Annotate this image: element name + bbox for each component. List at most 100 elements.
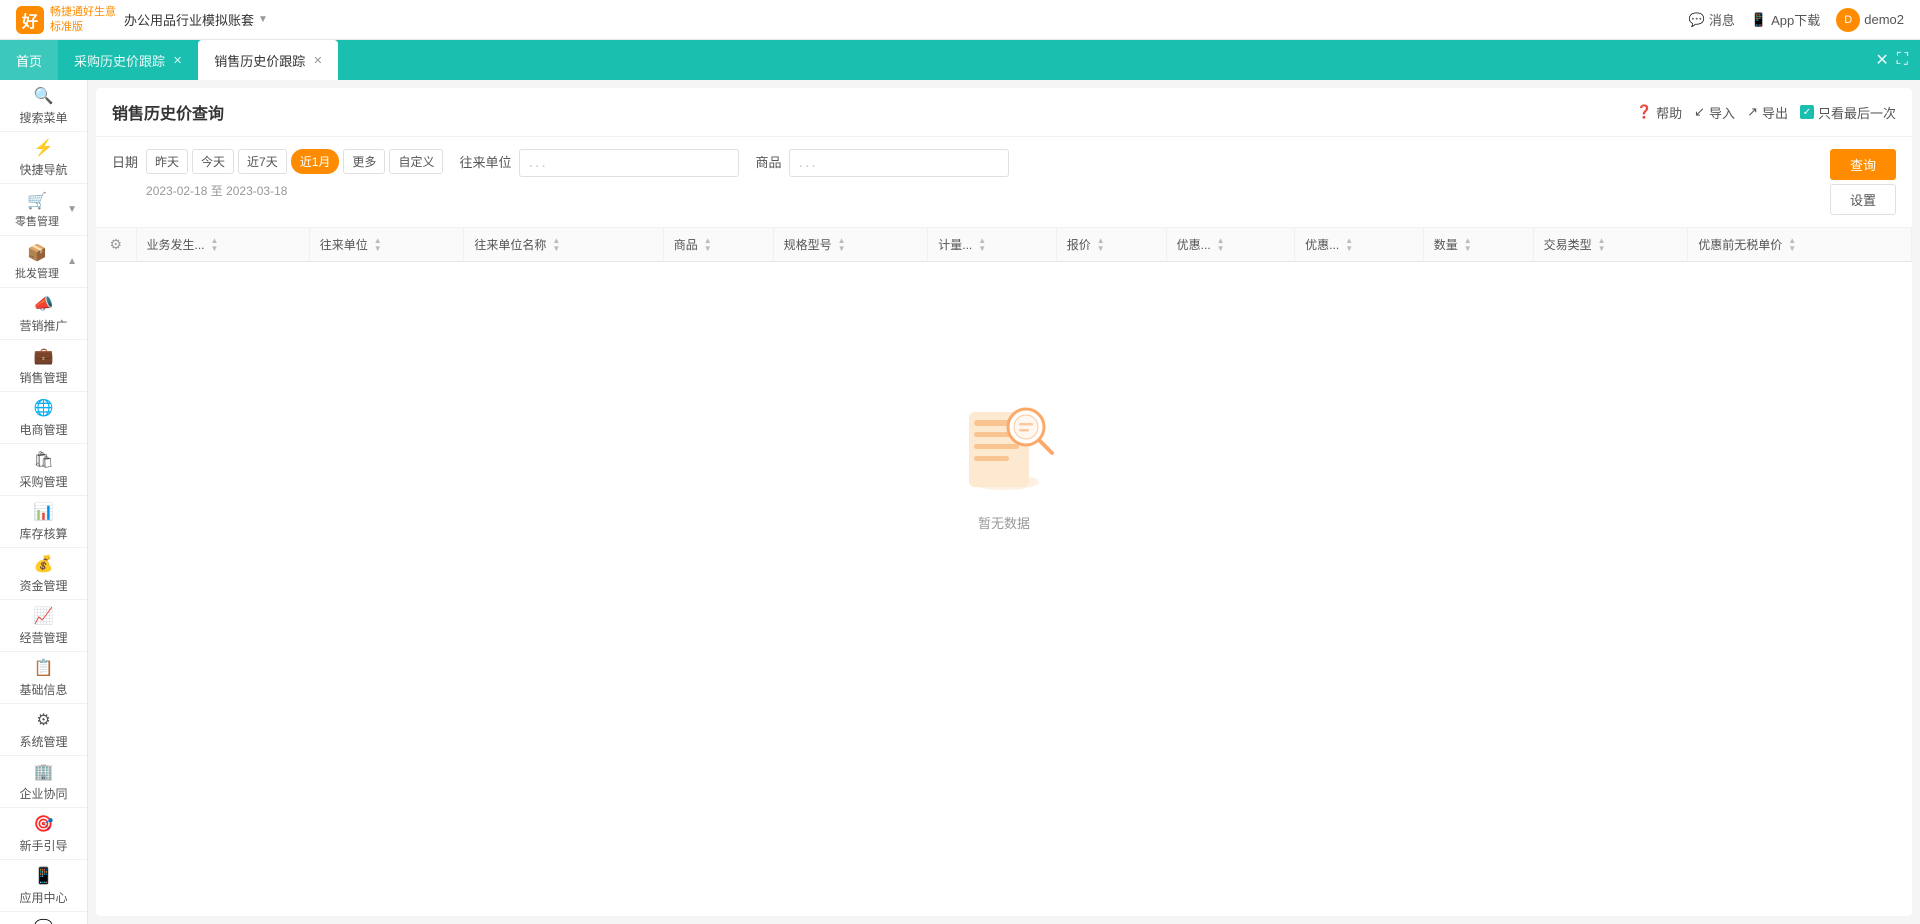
col-discount2[interactable]: 优惠... ▲▼ xyxy=(1295,228,1424,262)
sort-arrows-quantity: ▲▼ xyxy=(1464,237,1472,253)
sidebar-item-app-center[interactable]: 📱 应用中心 xyxy=(0,860,87,912)
app-center-icon: 📱 xyxy=(34,866,54,886)
col-pretax-price[interactable]: 优惠前无税单价 ▲▼ xyxy=(1688,228,1912,262)
table-container: ⚙ 业务发生... ▲▼ 往来单位 xyxy=(96,228,1912,916)
col-trade-type[interactable]: 交易类型 ▲▼ xyxy=(1533,228,1688,262)
col-quantity[interactable]: 数量 ▲▼ xyxy=(1423,228,1533,262)
home-tab-label: 首页 xyxy=(16,51,42,70)
page-header-actions: ❓ 帮助 ↙ 导入 ↗ 导出 ✓ 只看最后一次 xyxy=(1636,103,1896,122)
sidebar-item-operations[interactable]: 📈 经营管理 xyxy=(0,600,87,652)
sidebar-item-basic-info[interactable]: 📋 基础信息 xyxy=(0,652,87,704)
tab-home[interactable]: 首页 xyxy=(0,40,58,80)
col-product[interactable]: 商品 ▲▼ xyxy=(663,228,773,262)
download-icon: 📱 xyxy=(1751,12,1767,28)
date-btn-custom[interactable]: 自定义 xyxy=(389,149,443,174)
date-filter-group: 日期 昨天 今天 近7天 近1月 更多 自定义 2023-02-18 至 202… xyxy=(112,149,443,199)
sidebar-item-quick-nav[interactable]: ⚡ 快捷导航 xyxy=(0,132,87,184)
tab-bar-actions: ✕ ⛶ xyxy=(1875,50,1920,70)
sidebar-item-newbie[interactable]: 🎯 新手引导 xyxy=(0,808,87,860)
sort-arrows-discount2: ▲▼ xyxy=(1345,237,1353,253)
sidebar-item-enterprise[interactable]: 🏢 企业协同 xyxy=(0,756,87,808)
sidebar-item-inventory[interactable]: 📊 库存核算 xyxy=(0,496,87,548)
col-quoted-price[interactable]: 报价 ▲▼ xyxy=(1056,228,1166,262)
checkbox-checked-icon: ✓ xyxy=(1800,105,1814,119)
content-area: 销售历史价查询 ❓ 帮助 ↙ 导入 ↗ 导出 ✓ xyxy=(88,80,1920,924)
sort-arrows-biz-date: ▲▼ xyxy=(211,237,219,253)
sort-arrows-trade-type: ▲▼ xyxy=(1598,237,1606,253)
app-selector[interactable]: 办公用品行业模拟账套 ▼ xyxy=(124,10,268,29)
page-header: 销售历史价查询 ❓ 帮助 ↙ 导入 ↗ 导出 ✓ xyxy=(96,88,1912,137)
page-content: 销售历史价查询 ❓ 帮助 ↙ 导入 ↗ 导出 ✓ xyxy=(96,88,1912,916)
tab-purchase-history[interactable]: 采购历史价跟踪 ✕ xyxy=(58,40,198,80)
data-table: ⚙ 业务发生... ▲▼ 往来单位 xyxy=(96,228,1912,262)
filter-actions: 查询 设置 xyxy=(1830,149,1896,215)
col-partner-code[interactable]: 往来单位 ▲▼ xyxy=(309,228,464,262)
sidebar-item-search-menu[interactable]: 🔍 搜索菜单 xyxy=(0,80,87,132)
tab-sales-history[interactable]: 销售历史价跟踪 ✕ xyxy=(198,40,338,80)
customer-input[interactable]: ... xyxy=(519,149,739,177)
col-discount1[interactable]: 优惠... ▲▼ xyxy=(1166,228,1295,262)
sidebar-item-sales-mgmt[interactable]: 💼 销售管理 xyxy=(0,340,87,392)
chevron-down-icon: ▼ xyxy=(67,204,77,215)
settings-button[interactable]: 设置 xyxy=(1830,184,1896,215)
sidebar-item-retail-mgmt[interactable]: 🛒 零售管理 ▼ xyxy=(0,184,87,236)
col-spec[interactable]: 规格型号 ▲▼ xyxy=(773,228,928,262)
message-button[interactable]: 💬 消息 xyxy=(1689,10,1735,29)
purchase-history-tab-label: 采购历史价跟踪 xyxy=(74,51,165,70)
sidebar-item-ecommerce[interactable]: 🌐 电商管理 xyxy=(0,392,87,444)
sidebar-item-corp-wechat[interactable]: 💬 企业微信 xyxy=(0,912,87,924)
main-layout: 🔍 搜索菜单 ⚡ 快捷导航 🛒 零售管理 ▼ 📦 批发管理 ▲ 📣 营销推广 xyxy=(0,80,1920,924)
chevron-up-icon: ▲ xyxy=(67,256,77,267)
export-button[interactable]: ↗ 导出 xyxy=(1747,103,1788,122)
user-menu[interactable]: D demo2 xyxy=(1836,8,1904,32)
sort-arrows-quoted-price: ▲▼ xyxy=(1097,237,1105,253)
sidebar-item-purchase-mgmt[interactable]: 🛍 采购管理 xyxy=(0,444,87,496)
product-input-placeholder: ... xyxy=(798,154,817,172)
import-button[interactable]: ↙ 导入 xyxy=(1694,103,1735,122)
product-input[interactable]: ... xyxy=(789,149,1009,177)
logo-area: 好 畅捷通好生意 标准版 xyxy=(16,5,116,34)
col-partner-name[interactable]: 往来单位名称 ▲▼ xyxy=(464,228,663,262)
col-unit[interactable]: 计量... ▲▼ xyxy=(928,228,1057,262)
only-last-checkbox-area[interactable]: ✓ 只看最后一次 xyxy=(1800,103,1896,122)
sidebar-item-system-mgmt[interactable]: ⚙ 系统管理 xyxy=(0,704,87,756)
maximize-button[interactable]: ⛶ xyxy=(1897,51,1908,69)
sort-arrows-pretax-price: ▲▼ xyxy=(1788,237,1796,253)
sidebar-item-finance[interactable]: 💰 资金管理 xyxy=(0,548,87,600)
top-bar: 好 畅捷通好生意 标准版 办公用品行业模拟账套 ▼ 💬 消息 📱 App下载 D… xyxy=(0,0,1920,40)
sort-arrows-unit: ▲▼ xyxy=(978,237,986,253)
page-title: 销售历史价查询 xyxy=(112,100,224,124)
date-btn-more[interactable]: 更多 xyxy=(343,149,385,174)
close-purchase-history-tab-icon[interactable]: ✕ xyxy=(173,54,182,67)
col-biz-date[interactable]: 业务发生... ▲▼ xyxy=(136,228,309,262)
date-btn-yesterday[interactable]: 昨天 xyxy=(146,149,188,174)
close-sales-history-tab-icon[interactable]: ✕ xyxy=(313,54,322,67)
help-icon: ❓ xyxy=(1636,104,1652,120)
close-tab-button[interactable]: ✕ xyxy=(1875,50,1888,70)
app-download-button[interactable]: 📱 App下载 xyxy=(1751,10,1820,29)
table-header-row: ⚙ 业务发生... ▲▼ 往来单位 xyxy=(96,228,1912,262)
export-icon: ↗ xyxy=(1747,104,1758,120)
date-btn-today[interactable]: 今天 xyxy=(192,149,234,174)
sidebar-item-marketing[interactable]: 📣 营销推广 xyxy=(0,288,87,340)
empty-state: 暂无数据 xyxy=(96,262,1912,662)
sort-arrows-partner-code: ▲▼ xyxy=(374,237,382,253)
query-button[interactable]: 查询 xyxy=(1830,149,1896,180)
purchase-icon: 🛍 xyxy=(33,450,53,470)
message-icon: 💬 xyxy=(1689,12,1705,28)
col-settings[interactable]: ⚙ xyxy=(96,228,136,262)
help-button[interactable]: ❓ 帮助 xyxy=(1636,103,1682,122)
empty-text: 暂无数据 xyxy=(978,513,1030,532)
sidebar-item-wholesale-mgmt[interactable]: 📦 批发管理 ▲ xyxy=(0,236,87,288)
enterprise-icon: 🏢 xyxy=(34,762,54,782)
date-btn-last1m[interactable]: 近1月 xyxy=(291,149,340,174)
avatar: D xyxy=(1836,8,1860,32)
date-btn-last7[interactable]: 近7天 xyxy=(238,149,287,174)
date-label: 日期 xyxy=(112,149,138,177)
quick-nav-icon: ⚡ xyxy=(34,138,54,158)
chevron-down-icon: ▼ xyxy=(258,14,268,25)
customer-input-placeholder: ... xyxy=(528,154,547,172)
search-icon: 🔍 xyxy=(34,86,54,106)
import-icon: ↙ xyxy=(1694,104,1705,120)
sort-arrows-discount1: ▲▼ xyxy=(1217,237,1225,253)
